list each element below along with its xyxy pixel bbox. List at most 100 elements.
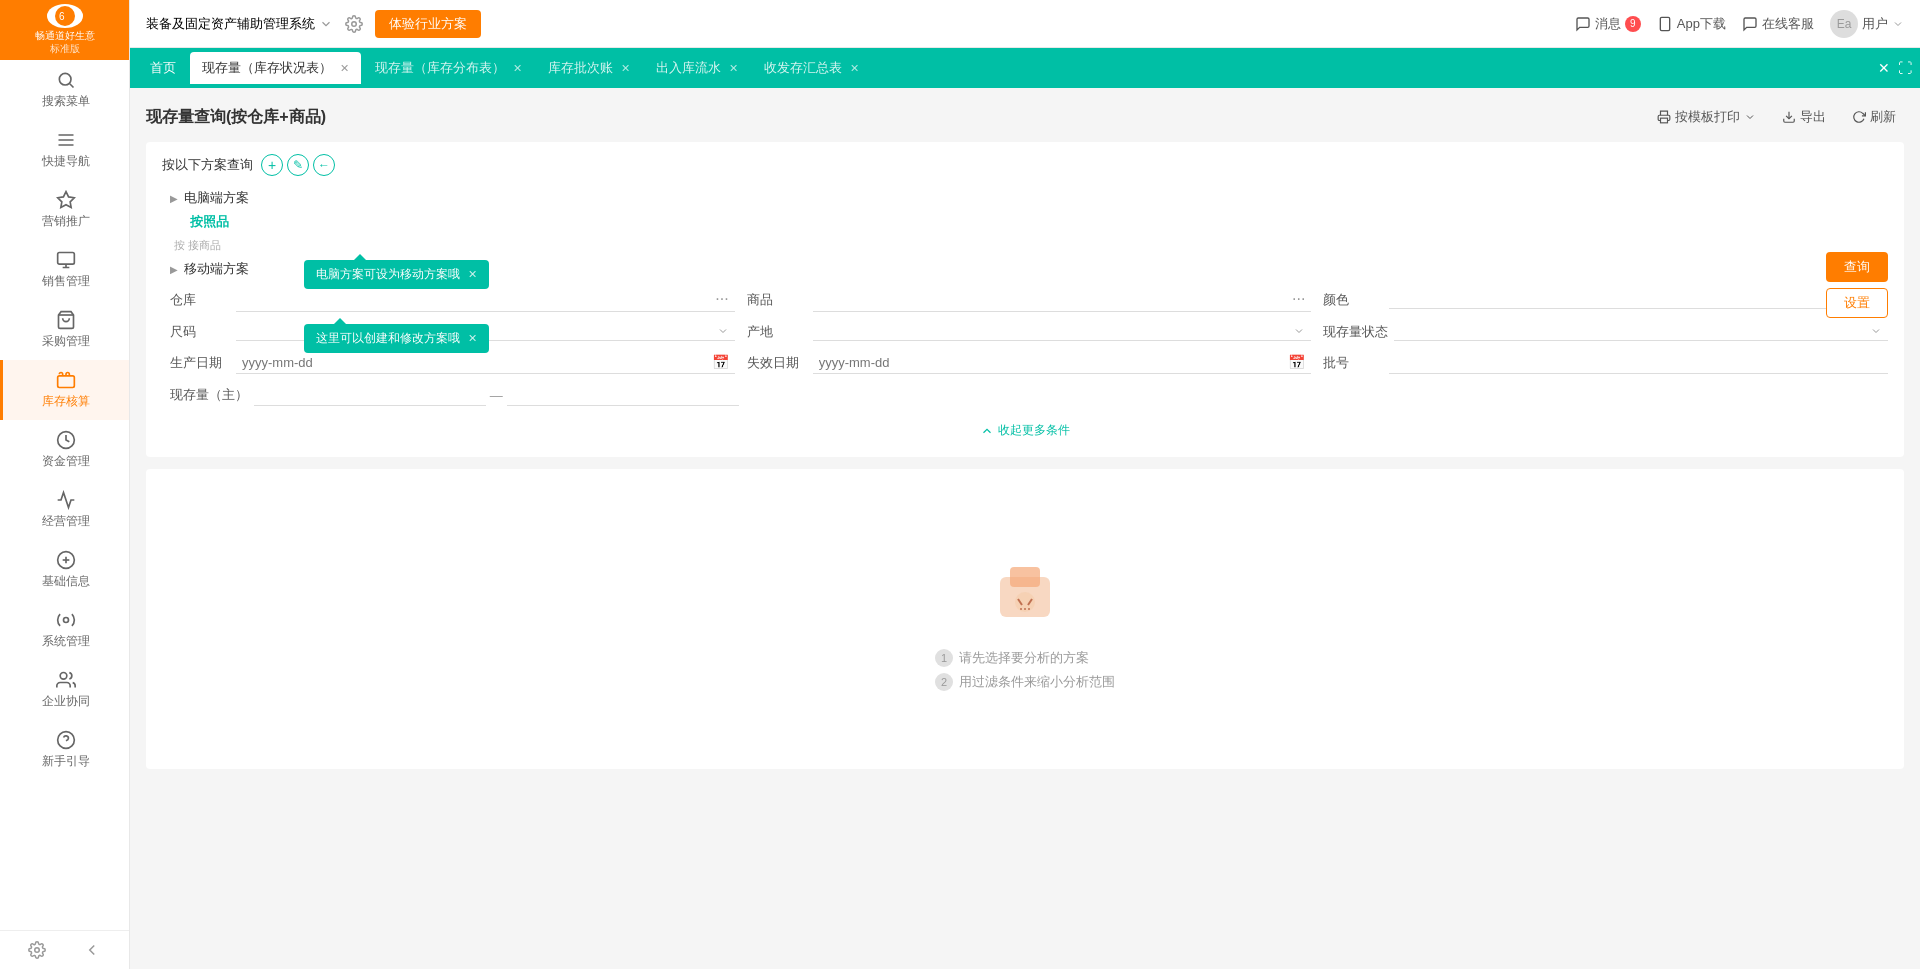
expire-date-input[interactable] [819, 355, 1285, 370]
expire-date-calendar-icon[interactable]: 📅 [1288, 354, 1305, 370]
svg-line-3 [70, 84, 74, 88]
tab-close-batch-accounts[interactable]: ✕ [621, 62, 630, 75]
svg-point-11 [64, 618, 69, 623]
svg-point-16 [352, 21, 357, 26]
settings-icon[interactable] [345, 15, 363, 33]
tab-close-inventory-dist[interactable]: ✕ [513, 62, 522, 75]
user-item[interactable]: Ea 用户 [1830, 10, 1904, 38]
filter-panel: 按以下方案查询 + ✎ ← 电脑方案可设为移动方案哦 ✕ 这里可以创建和修改方案… [146, 142, 1904, 457]
online-support-item[interactable]: 在线客服 [1742, 15, 1814, 33]
hint-label: 按 接商品 [170, 238, 1888, 253]
expire-date-field: 📅 [813, 351, 1312, 374]
tab-home[interactable]: 首页 [138, 52, 188, 84]
refresh-btn[interactable]: 刷新 [1844, 104, 1904, 130]
stock-main-range: — [254, 384, 739, 406]
tab-expand[interactable]: ⛶ [1898, 60, 1912, 76]
sidebar-item-marketing[interactable]: 营销推广 [0, 180, 129, 240]
batch-input[interactable] [1389, 352, 1888, 374]
svg-point-0 [55, 6, 75, 26]
produce-date-calendar-icon[interactable]: 📅 [712, 354, 729, 370]
collapse-sidebar-icon[interactable] [83, 941, 101, 959]
refresh-icon [1852, 110, 1866, 124]
sidebar-item-operations[interactable]: 经营管理 [0, 480, 129, 540]
empty-tip-1: 1 请先选择要分析的方案 [935, 649, 1115, 667]
tab-inout-flow[interactable]: 出入库流水 ✕ [644, 52, 750, 84]
settings-bottom-icon[interactable] [28, 941, 46, 959]
produce-date-input[interactable] [242, 355, 708, 370]
logo-icon: 6 [47, 4, 83, 28]
filter-label: 按以下方案查询 [162, 156, 253, 174]
tab-send-receive[interactable]: 收发存汇总表 ✕ [752, 52, 871, 84]
stock-main-to[interactable] [507, 384, 739, 406]
tab-inventory-dist[interactable]: 现存量（库存分布表） ✕ [363, 52, 534, 84]
export-btn[interactable]: 导出 [1774, 104, 1834, 130]
sidebar-item-finance[interactable]: 资金管理 [0, 420, 129, 480]
content-area: 现存量查询(按仓库+商品) 按模板打印 导出 刷新 [130, 88, 1920, 969]
tab-close-all[interactable]: ✕ [1878, 60, 1890, 76]
tab-close-send-receive[interactable]: ✕ [850, 62, 859, 75]
origin-dropdown-icon [1293, 325, 1305, 337]
print-dropdown-icon [1744, 111, 1756, 123]
svg-point-12 [60, 673, 67, 680]
empty-tip-2: 2 用过滤条件来缩小分析范围 [935, 673, 1115, 691]
back-scheme-btn[interactable]: ← [313, 154, 335, 176]
goods-label: 商品 [747, 291, 807, 309]
message-badge: 9 [1625, 16, 1641, 32]
color-select[interactable] [1389, 290, 1888, 309]
color-label: 颜色 [1323, 291, 1383, 309]
brand-text: 畅通道好生意 [35, 30, 95, 42]
sidebar-logo: 6 畅通道好生意 标准版 [0, 0, 129, 60]
warehouse-dots[interactable]: ··· [715, 290, 728, 308]
trial-button[interactable]: 体验行业方案 [375, 10, 481, 38]
warehouse-select[interactable]: ··· [236, 287, 735, 312]
origin-label: 产地 [747, 323, 807, 341]
sidebar-item-base-info[interactable]: 基础信息 [0, 540, 129, 600]
reset-btn[interactable]: 设置 [1826, 288, 1888, 318]
edit-popup-close[interactable]: ✕ [468, 332, 477, 345]
collapse-row[interactable]: 收起更多条件 [162, 416, 1888, 445]
sidebar-item-search-menu[interactable]: 搜索菜单 [0, 60, 129, 120]
sidebar-item-enterprise[interactable]: 企业协同 [0, 660, 129, 720]
filter-field-color: 颜色 [1323, 290, 1888, 309]
svg-rect-6 [58, 376, 75, 388]
sidebar: 6 畅通道好生意 标准版 搜索菜单 快捷导航 营销推广 销售管理 采购管理 库存… [0, 0, 130, 969]
sidebar-item-sales[interactable]: 销售管理 [0, 240, 129, 300]
top-header: 装备及固定资产辅助管理系统 体验行业方案 消息 9 App下载 在线客服 Ea [130, 0, 1920, 48]
tab-batch-accounts[interactable]: 库存批次账 ✕ [536, 52, 642, 84]
tab-inventory-status[interactable]: 现存量（库存状况表） ✕ [190, 52, 361, 84]
system-title[interactable]: 装备及固定资产辅助管理系统 [146, 15, 333, 33]
print-btn[interactable]: 按模板打印 [1649, 104, 1764, 130]
origin-select[interactable] [813, 322, 1312, 341]
scheme-popup-close[interactable]: ✕ [468, 268, 477, 281]
scheme-desktop[interactable]: ▶ 电脑端方案 [170, 186, 1888, 210]
stock-main-from[interactable] [254, 384, 486, 406]
goods-select[interactable]: ··· [813, 287, 1312, 312]
filter-field-expire-date: 失效日期 📅 [747, 351, 1312, 374]
tab-close-inventory-status[interactable]: ✕ [340, 62, 349, 75]
stock-status-select[interactable] [1394, 322, 1888, 341]
sidebar-item-purchase[interactable]: 采购管理 [0, 300, 129, 360]
page-header: 现存量查询(按仓库+商品) 按模板打印 导出 刷新 [146, 104, 1904, 130]
app-download-item[interactable]: App下载 [1657, 15, 1726, 33]
main-area: 装备及固定资产辅助管理系统 体验行业方案 消息 9 App下载 在线客服 Ea [130, 0, 1920, 969]
empty-tips: 1 请先选择要分析的方案 2 用过滤条件来缩小分析范围 [935, 649, 1115, 691]
query-btn[interactable]: 查询 [1826, 252, 1888, 282]
add-scheme-btn[interactable]: + [261, 154, 283, 176]
scheme-item-label: 按照品 [190, 213, 229, 231]
svg-rect-17 [1660, 17, 1669, 30]
edit-popup: 这里可以创建和修改方案哦 ✕ [304, 324, 489, 353]
tab-bar: 首页 现存量（库存状况表） ✕ 现存量（库存分布表） ✕ 库存批次账 ✕ 出入库… [130, 48, 1920, 88]
svg-rect-22 [1010, 567, 1040, 587]
sidebar-item-newbie[interactable]: 新手引导 [0, 720, 129, 780]
sidebar-item-quick-nav[interactable]: 快捷导航 [0, 120, 129, 180]
export-icon [1782, 110, 1796, 124]
tab-close-inout-flow[interactable]: ✕ [729, 62, 738, 75]
size-label: 尺码 [170, 323, 230, 341]
sidebar-item-inventory[interactable]: 库存核算 [0, 360, 129, 420]
message-item[interactable]: 消息 9 [1575, 15, 1641, 33]
edit-scheme-btn[interactable]: ✎ [287, 154, 309, 176]
goods-dots[interactable]: ··· [1292, 290, 1305, 308]
scheme-item-按照品[interactable]: 按照品 [190, 210, 1888, 234]
filter-field-batch: 批号 [1323, 352, 1888, 374]
sidebar-item-system[interactable]: 系统管理 [0, 600, 129, 660]
